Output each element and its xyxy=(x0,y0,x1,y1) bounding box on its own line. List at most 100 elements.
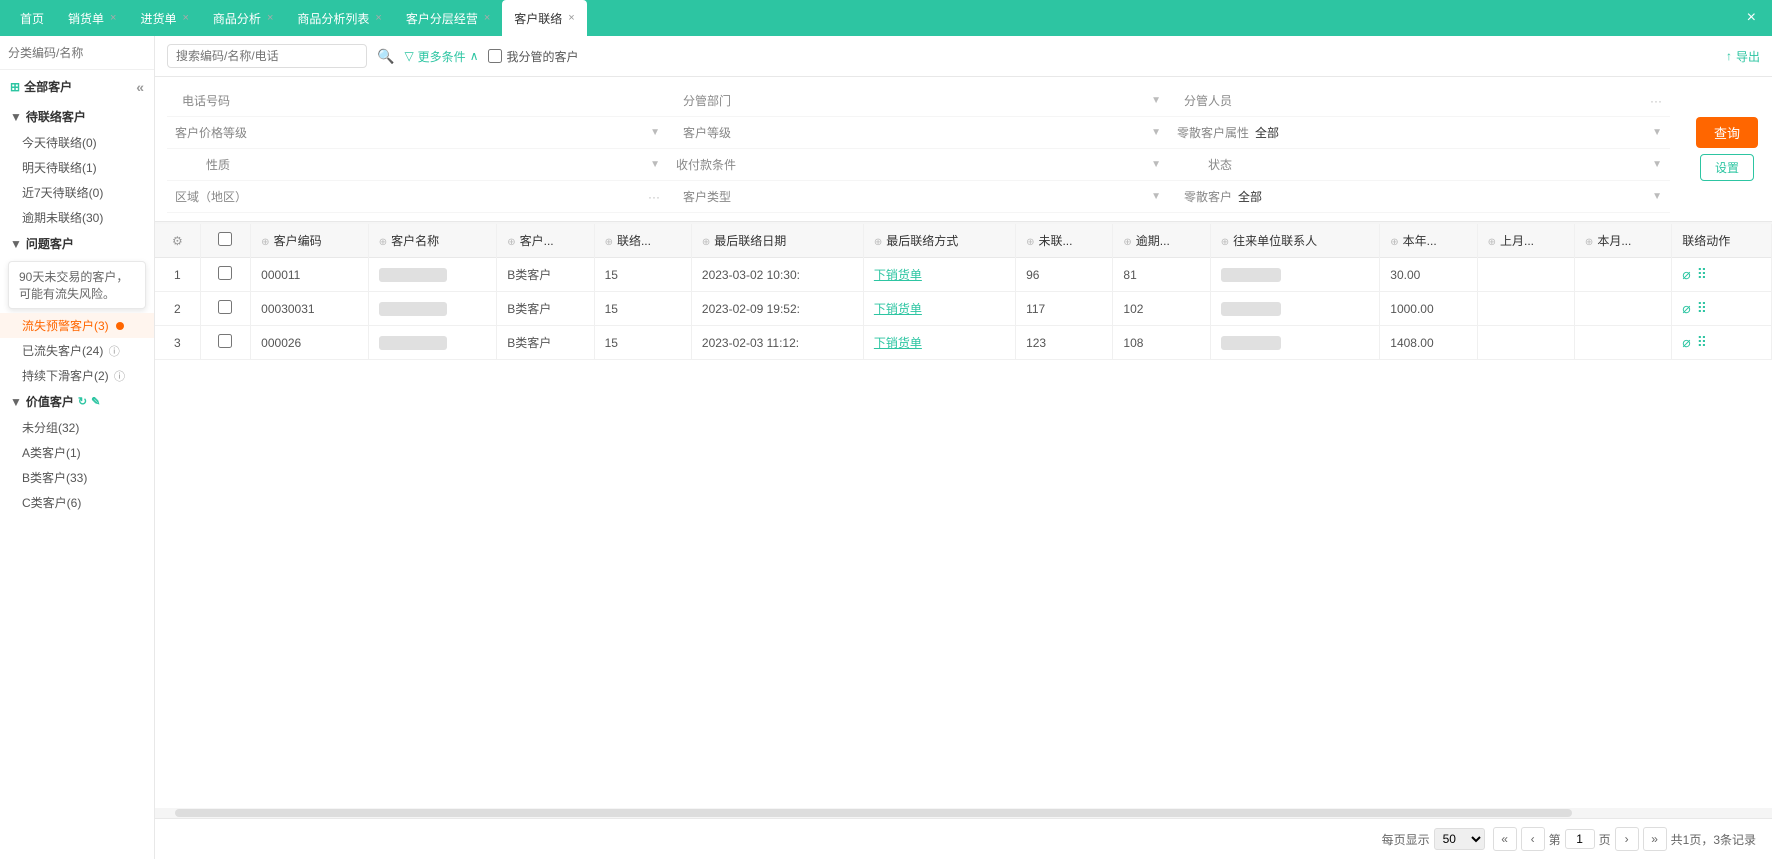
row-last-month xyxy=(1477,292,1574,326)
sidebar-item-ungrouped[interactable]: 未分组(32) xyxy=(0,415,154,440)
more-actions-icon[interactable]: ⠿ xyxy=(1697,266,1707,283)
last-page-btn[interactable]: » xyxy=(1643,827,1667,851)
churned-info-icon: ⓘ xyxy=(109,346,120,358)
row-this-month xyxy=(1574,292,1671,326)
row-last-date: 2023-02-09 19:52: xyxy=(691,292,863,326)
scroll-track xyxy=(175,809,1572,817)
sidebar-item-declining[interactable]: 持续下滑客户(2) ⓘ xyxy=(0,363,154,388)
refresh-icon[interactable]: ↻ xyxy=(78,395,87,408)
page-number-input[interactable] xyxy=(1565,829,1595,849)
sidebar-item-overdue-contact[interactable]: 逾期未联络(30) xyxy=(0,205,154,230)
row-checkbox[interactable] xyxy=(218,266,232,280)
row-check[interactable] xyxy=(200,292,251,326)
sidebar-item-class-b[interactable]: B类客户(33) xyxy=(0,465,154,490)
tab-sales-order[interactable]: 销货单 × xyxy=(56,0,128,36)
filter-payment-terms-select[interactable]: ▼ xyxy=(742,159,1161,170)
sidebar-item-tomorrow[interactable]: 明天待联络(1) xyxy=(0,155,154,180)
filter-phone-input[interactable] xyxy=(236,94,660,108)
row-checkbox[interactable] xyxy=(218,334,232,348)
status-chevron-icon: ▼ xyxy=(1652,159,1662,170)
filter-retail-attr-select[interactable]: 全部 ▼ xyxy=(1255,124,1662,141)
more-actions-icon[interactable]: ⠿ xyxy=(1697,300,1707,317)
select-all-checkbox[interactable] xyxy=(218,232,232,246)
sidebar-group-pending[interactable]: ▼ 待联络客户 xyxy=(0,103,154,130)
filter-customer-type-select[interactable]: ▼ xyxy=(737,191,1161,202)
horizontal-scrollbar[interactable] xyxy=(155,808,1772,818)
tab-purchase-order[interactable]: 进货单 × xyxy=(128,0,200,36)
row-last-date: 2023-02-03 11:12: xyxy=(691,326,863,360)
filter-dept-select[interactable]: ▼ xyxy=(737,95,1161,106)
close-tab-customer-contact[interactable]: × xyxy=(568,12,574,24)
first-page-btn[interactable]: « xyxy=(1493,827,1517,851)
toolbar-search-icon[interactable]: 🔍 xyxy=(377,48,394,65)
row-contact-count: 15 xyxy=(594,292,691,326)
export-btn[interactable]: ↑ 导出 xyxy=(1726,48,1760,65)
close-tab-purchase-order[interactable]: × xyxy=(182,12,188,24)
sidebar-group-value[interactable]: ▼ 价值客户 ↻ ✎ xyxy=(0,388,154,415)
sidebar-item-class-a[interactable]: A类客户(1) xyxy=(0,440,154,465)
tab-customer-tier[interactable]: 客户分层经营 × xyxy=(394,0,502,36)
my-customers-check[interactable]: 我分管的客户 xyxy=(488,48,578,65)
my-customers-checkbox[interactable] xyxy=(488,49,502,63)
filter-retail-attr: 零散客户属性 全部 ▼ xyxy=(1169,117,1670,149)
row-check[interactable] xyxy=(200,326,251,360)
tab-home[interactable]: 首页 xyxy=(8,0,56,36)
query-button[interactable]: 查询 xyxy=(1696,117,1758,148)
contact-method-link[interactable]: 下销货单 xyxy=(874,268,922,282)
tab-product-analysis[interactable]: 商品分析 × xyxy=(201,0,285,36)
sidebar-search-input[interactable] xyxy=(8,46,155,60)
customer-type-chevron-icon: ▼ xyxy=(1151,191,1161,202)
filter-status-select[interactable]: ▼ xyxy=(1238,159,1662,170)
search-input[interactable] xyxy=(167,44,367,68)
row-checkbox[interactable] xyxy=(218,300,232,314)
prev-page-btn[interactable]: ‹ xyxy=(1521,827,1545,851)
filter-region-label: 区域（地区） xyxy=(175,188,247,205)
filter-phone: 电话号码 xyxy=(167,85,668,117)
contact-method-link[interactable]: 下销货单 xyxy=(874,302,922,316)
per-page-select[interactable]: 50 100 200 xyxy=(1434,828,1485,850)
close-tab-customer-tier[interactable]: × xyxy=(484,12,490,24)
edit-value-icon[interactable]: ✎ xyxy=(91,395,100,408)
sidebar-item-today[interactable]: 今天待联络(0) xyxy=(0,130,154,155)
window-close-button[interactable]: × xyxy=(1739,9,1764,27)
grid-icon: ⊞ xyxy=(10,80,20,94)
filter-phone-label: 电话号码 xyxy=(175,92,230,109)
row-check[interactable] xyxy=(200,258,251,292)
manager-dots-icon[interactable]: ··· xyxy=(1650,94,1662,108)
price-level-chevron-icon: ▼ xyxy=(650,127,660,138)
sidebar-item-churn-warning[interactable]: 流失预警客户(3) xyxy=(0,313,154,338)
next-page-btn[interactable]: › xyxy=(1615,827,1639,851)
sidebar-item-7days[interactable]: 近7天待联络(0) xyxy=(0,180,154,205)
filter-nature-label: 性质 xyxy=(175,156,230,173)
row-contact-count: 15 xyxy=(594,258,691,292)
close-tab-product-analysis-list[interactable]: × xyxy=(375,12,381,24)
close-tab-product-analysis[interactable]: × xyxy=(267,12,273,24)
contact-icon[interactable]: ⌀ xyxy=(1682,300,1690,317)
customer-table: ⚙ ⊕客户编码 ⊕客户名称 ⊕客户... ⊕联络... ⊕最后联络日期 ⊕最后联… xyxy=(155,224,1772,360)
filter-retail-customer-select[interactable]: 全部 ▼ xyxy=(1238,188,1662,205)
sidebar-item-class-c[interactable]: C类客户(6) xyxy=(0,490,154,515)
table-footer: 每页显示 50 100 200 « ‹ 第 页 › » 共1页，3条记录 xyxy=(155,818,1772,859)
sidebar-group-problem[interactable]: ▼ 问题客户 xyxy=(0,230,154,257)
close-tab-sales-order[interactable]: × xyxy=(110,12,116,24)
more-actions-icon[interactable]: ⠿ xyxy=(1697,334,1707,351)
table-settings-icon[interactable]: ⚙ xyxy=(172,234,183,248)
declining-info-icon: ⓘ xyxy=(114,371,125,383)
settings-button[interactable]: 设置 xyxy=(1700,154,1754,181)
contact-icon[interactable]: ⌀ xyxy=(1682,266,1690,283)
more-conditions-btn[interactable]: ▽ 更多条件 ∧ xyxy=(404,48,478,65)
filter-grid: 电话号码 分管部门 ▼ 分管人员 ··· 客户价格等级 xyxy=(155,77,1682,221)
contact-icon[interactable]: ⌀ xyxy=(1682,334,1690,351)
table-row: 1 000011 ████████ B类客户 15 2023-03-02 10:… xyxy=(155,258,1772,292)
filter-price-level-select[interactable]: ▼ xyxy=(253,127,660,138)
filter-nature-select[interactable]: ▼ xyxy=(236,159,660,170)
tab-customer-contact[interactable]: 客户联络 × xyxy=(502,0,586,36)
export-icon: ↑ xyxy=(1726,49,1732,63)
group-arrow-pending: ▼ xyxy=(10,110,22,124)
collapse-sidebar-icon[interactable]: « xyxy=(136,79,144,95)
contact-method-link[interactable]: 下销货单 xyxy=(874,336,922,350)
tab-product-analysis-list[interactable]: 商品分析列表 × xyxy=(285,0,393,36)
sidebar-item-churned[interactable]: 已流失客户(24) ⓘ xyxy=(0,338,154,363)
filter-customer-level-select[interactable]: ▼ xyxy=(737,127,1161,138)
region-dots-icon[interactable]: ··· xyxy=(648,190,660,204)
